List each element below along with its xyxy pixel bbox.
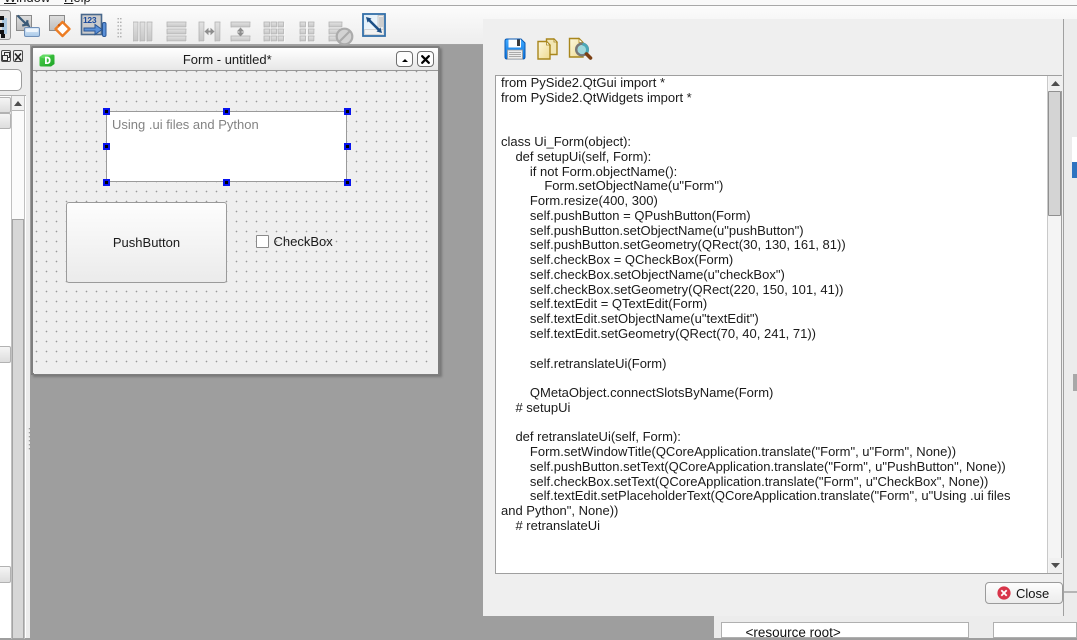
- svg-text:123: 123: [83, 15, 97, 25]
